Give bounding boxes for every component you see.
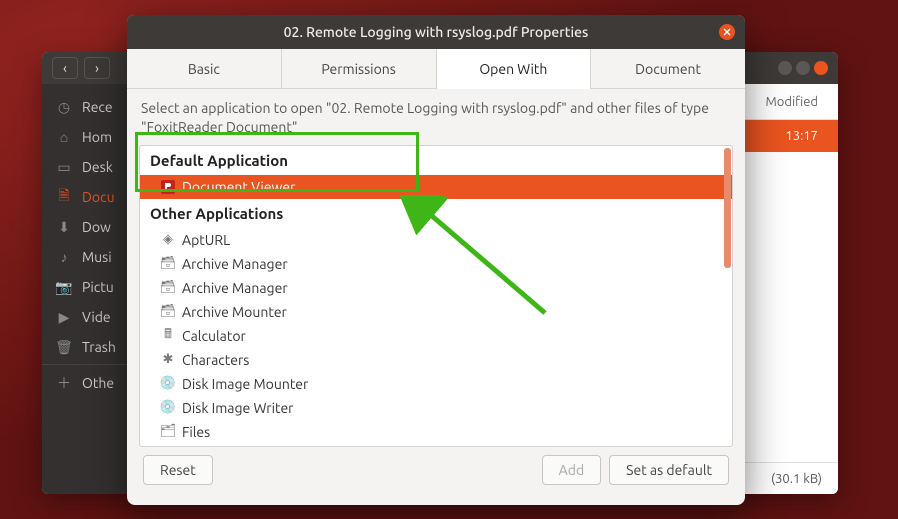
app-label: Disk Image Writer (182, 400, 293, 416)
dialog-close-button[interactable] (719, 24, 735, 40)
app-label: Document Viewer (182, 179, 295, 195)
instruction-text: Select an application to open "02. Remot… (139, 95, 733, 145)
scrollbar-thumb[interactable] (724, 148, 731, 268)
app-label: AptURL (182, 232, 230, 248)
app-row-calculator[interactable]: 🖩 Calculator (140, 324, 732, 348)
app-label: Calculator (182, 328, 246, 344)
desktop-icon: ▭ (56, 159, 72, 175)
pictures-icon: 📷 (56, 279, 72, 295)
dialog-titlebar: 02. Remote Logging with rsyslog.pdf Prop… (127, 15, 745, 49)
column-modified[interactable]: Modified (765, 95, 838, 109)
app-icon: 🗂 (160, 424, 176, 440)
home-icon: ⌂ (56, 129, 72, 145)
app-icon: ◈ (160, 232, 176, 248)
add-button[interactable]: Add (542, 455, 601, 485)
window-controls (778, 61, 828, 75)
row-modified-time: 13:17 (785, 129, 838, 143)
set-default-button[interactable]: Set as default (609, 455, 729, 485)
videos-icon: ▶ (56, 309, 72, 325)
tab-permissions[interactable]: Permissions (282, 49, 437, 88)
sidebar-item-label: Rece (82, 99, 113, 115)
app-icon: 🗃 (160, 304, 176, 320)
forward-button[interactable]: › (84, 57, 110, 79)
close-button[interactable] (814, 61, 828, 75)
document-viewer-icon (160, 179, 176, 195)
app-label: Archive Mounter (182, 304, 287, 320)
app-row-disk-image-mounter[interactable]: 💿 Disk Image Mounter (140, 372, 732, 396)
app-row-archive-manager[interactable]: 🗃 Archive Manager (140, 252, 732, 276)
dialog-tabs: BasicPermissionsOpen WithDocument (127, 49, 745, 89)
sidebar-item-label: Dow (82, 219, 111, 235)
app-icon: 💿 (160, 400, 176, 416)
dialog-title-text: 02. Remote Logging with rsyslog.pdf Prop… (284, 24, 589, 40)
app-row-characters[interactable]: ✱ Characters (140, 348, 732, 372)
app-row-disk-image-writer[interactable]: 💿 Disk Image Writer (140, 396, 732, 420)
tab-document[interactable]: Document (591, 49, 745, 88)
recent-icon: ◷ (56, 99, 72, 115)
sidebar-item-label: Othe (82, 375, 114, 391)
sidebar-item-label: Hom (82, 129, 112, 145)
sidebar-item-label: Trash (82, 339, 116, 355)
other-locations-icon: ＋ (56, 375, 72, 391)
app-label: Disk Image Mounter (182, 376, 308, 392)
app-row-apturl[interactable]: ◈ AptURL (140, 228, 732, 252)
sidebar-item-label: Musi (82, 249, 112, 265)
selection-size: (30.1 kB) (771, 472, 822, 486)
sidebar-item-label: Desk (82, 159, 113, 175)
application-list[interactable]: Default Application Document Viewer Other … (140, 146, 732, 446)
app-row-archive-mounter[interactable]: 🗃 Archive Mounter (140, 300, 732, 324)
app-label: Archive Manager (182, 256, 288, 272)
app-label: Archive Manager (182, 280, 288, 296)
app-label: Characters (182, 352, 249, 368)
trash-icon: 🗑 (56, 339, 72, 355)
app-row-document-viewer[interactable]: Document Viewer (140, 175, 732, 199)
downloads-icon: ⬇ (56, 219, 72, 235)
music-icon: ♪ (56, 249, 72, 265)
scrollbar-track[interactable] (723, 146, 732, 446)
minimize-button[interactable] (778, 61, 792, 75)
reset-button[interactable]: Reset (143, 455, 213, 485)
sidebar-item-label: Docu (82, 189, 115, 205)
maximize-button[interactable] (796, 61, 810, 75)
app-icon: 🗃 (160, 280, 176, 296)
dialog-footer: Reset Add Set as default (139, 447, 733, 493)
app-row-files[interactable]: 🗂 Files (140, 420, 732, 444)
app-icon: 🖩 (160, 328, 176, 344)
application-list-box: Default Application Document Viewer Other … (139, 145, 733, 447)
sidebar-item-label: Vide (82, 309, 111, 325)
app-icon: ✱ (160, 352, 176, 368)
documents-icon: 🗎 (56, 189, 72, 205)
app-icon: 🗃 (160, 256, 176, 272)
app-label: Files (182, 424, 210, 440)
sidebar-item-label: Pictu (82, 279, 114, 295)
app-row-archive-manager[interactable]: 🗃 Archive Manager (140, 276, 732, 300)
back-button[interactable]: ‹ (52, 57, 78, 79)
default-application-header: Default Application (140, 146, 732, 175)
properties-dialog: 02. Remote Logging with rsyslog.pdf Prop… (127, 15, 745, 505)
app-icon: 💿 (160, 376, 176, 392)
tab-open-with[interactable]: Open With (437, 49, 592, 88)
tab-basic[interactable]: Basic (127, 49, 282, 88)
other-applications-header: Other Applications (140, 199, 732, 228)
